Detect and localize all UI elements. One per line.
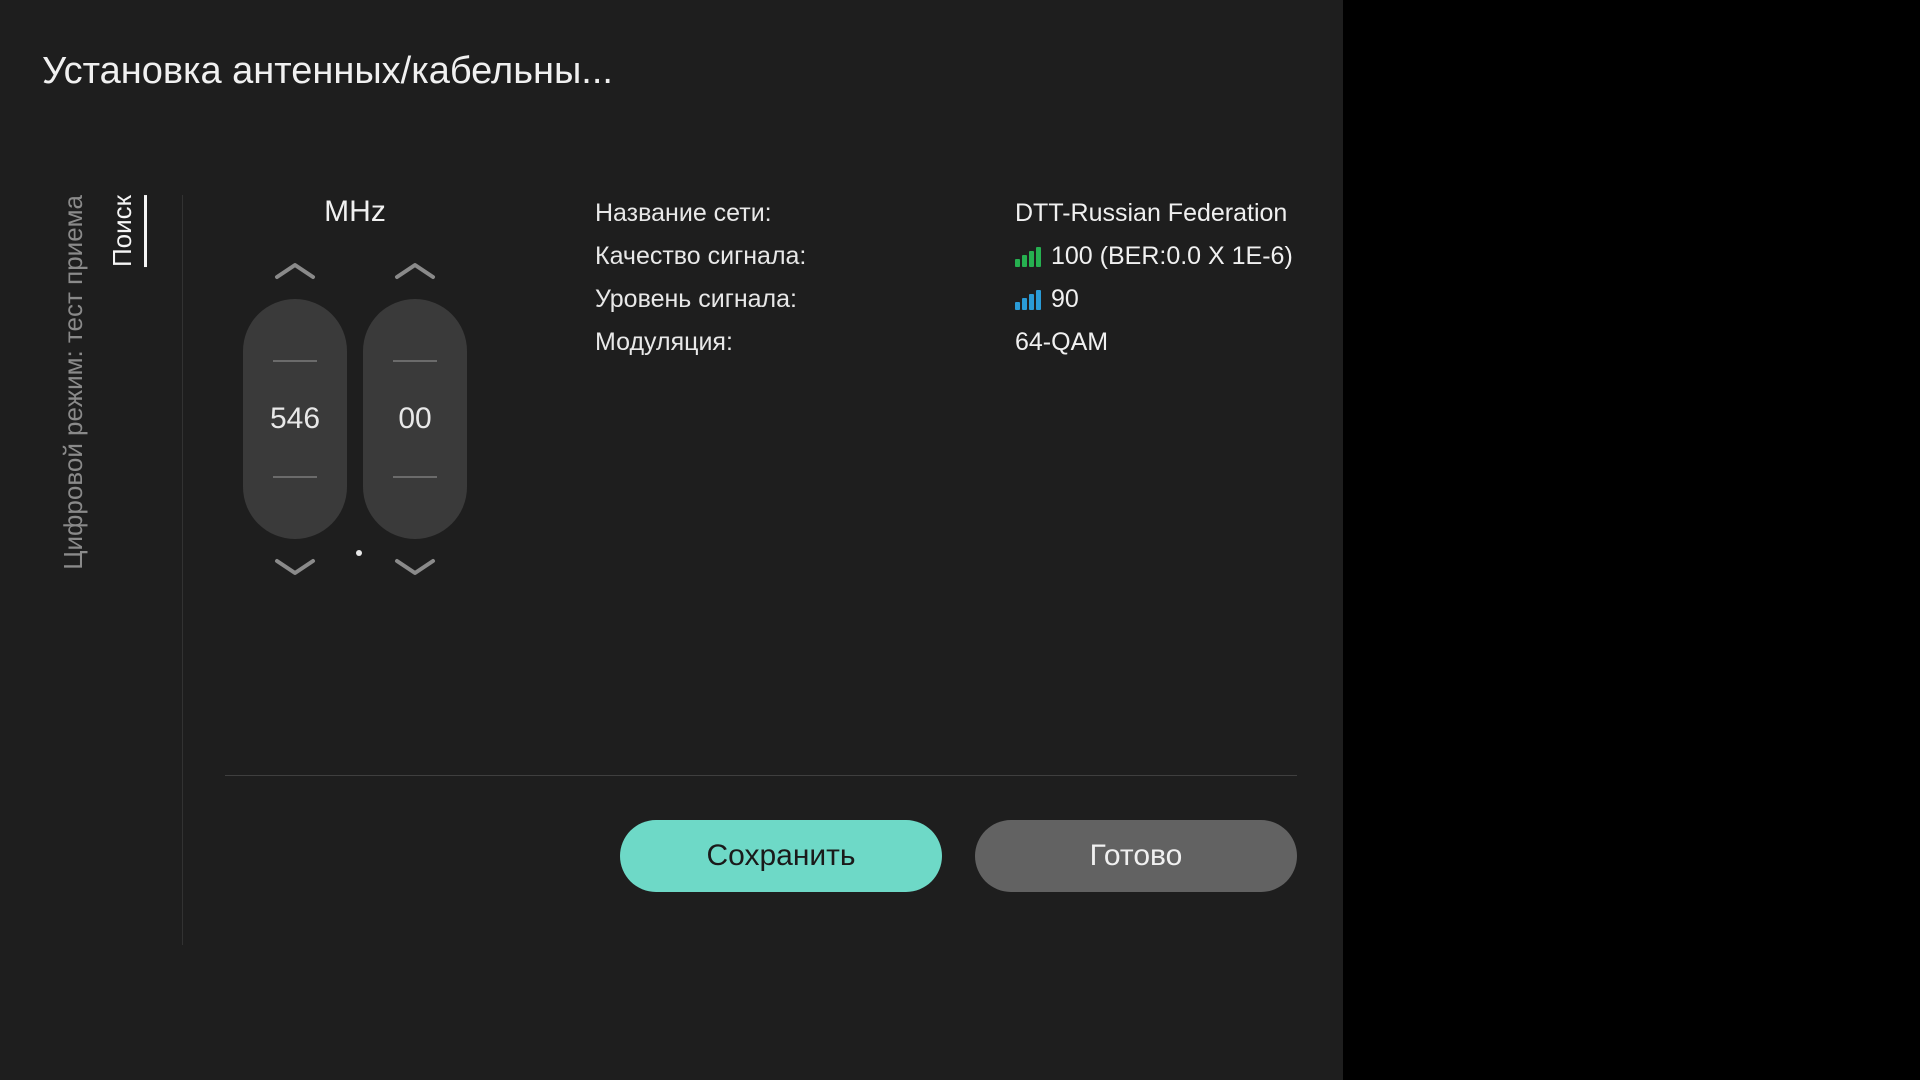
signal-bars-icon xyxy=(1015,247,1041,267)
frequency-section: MHz 546 xyxy=(225,195,485,579)
frequency-integer-spinner: 546 xyxy=(243,259,347,579)
signal-level-value: 90 xyxy=(1051,285,1079,314)
info-row-level: Уровень сигнала: 90 xyxy=(595,281,1293,318)
spinner-decimal-body[interactable]: 00 xyxy=(363,299,467,539)
signal-quality-value: 100 (BER:0.0 X 1E-6) xyxy=(1051,242,1293,271)
chevron-down-icon[interactable] xyxy=(391,557,439,579)
chevron-up-icon[interactable] xyxy=(271,259,319,281)
sidebar: Поиск Цифровой режим: тест приема xyxy=(42,195,147,725)
signal-info: Название сети: DTT-Russian Federation Ка… xyxy=(595,195,1293,367)
info-row-network: Название сети: DTT-Russian Federation xyxy=(595,195,1293,232)
frequency-decimal-value: 00 xyxy=(398,402,431,436)
signal-bars-icon xyxy=(1015,290,1041,310)
modulation-label: Модуляция: xyxy=(595,328,1015,357)
chevron-down-icon[interactable] xyxy=(271,557,319,579)
modulation-value: 64-QAM xyxy=(1015,328,1108,357)
info-row-quality: Качество сигнала: 100 (BER:0.0 X 1E-6) xyxy=(595,238,1293,275)
signal-quality-label: Качество сигнала: xyxy=(595,242,1015,271)
network-name-value: DTT-Russian Federation xyxy=(1015,199,1287,228)
page-title: Установка антенных/кабельны... xyxy=(42,50,613,93)
frequency-decimal-spinner: 00 xyxy=(363,259,467,579)
frequency-unit-label: MHz xyxy=(225,195,485,229)
settings-panel: Установка антенных/кабельны... Поиск Циф… xyxy=(0,0,1343,1080)
save-button[interactable]: Сохранить xyxy=(620,820,942,892)
signal-level-label: Уровень сигнала: xyxy=(595,285,1015,314)
spinner-tick xyxy=(393,360,437,362)
spinner-tick xyxy=(393,476,437,478)
chevron-up-icon[interactable] xyxy=(391,259,439,281)
action-buttons: Сохранить Готово xyxy=(620,820,1297,892)
sidebar-item-digital-test[interactable]: Цифровой режим: тест приема xyxy=(58,195,89,570)
sidebar-divider xyxy=(182,195,183,945)
sidebar-item-search[interactable]: Поиск xyxy=(107,195,147,267)
network-name-label: Название сети: xyxy=(595,199,1015,228)
done-button[interactable]: Готово xyxy=(975,820,1297,892)
horizontal-divider xyxy=(225,775,1297,776)
spinner-tick xyxy=(273,360,317,362)
info-row-modulation: Модуляция: 64-QAM xyxy=(595,324,1293,361)
decimal-separator-icon xyxy=(356,550,362,556)
spinner-integer-body[interactable]: 546 xyxy=(243,299,347,539)
spinner-tick xyxy=(273,476,317,478)
frequency-spinners: 546 00 xyxy=(225,259,485,579)
frequency-integer-value: 546 xyxy=(270,402,320,436)
